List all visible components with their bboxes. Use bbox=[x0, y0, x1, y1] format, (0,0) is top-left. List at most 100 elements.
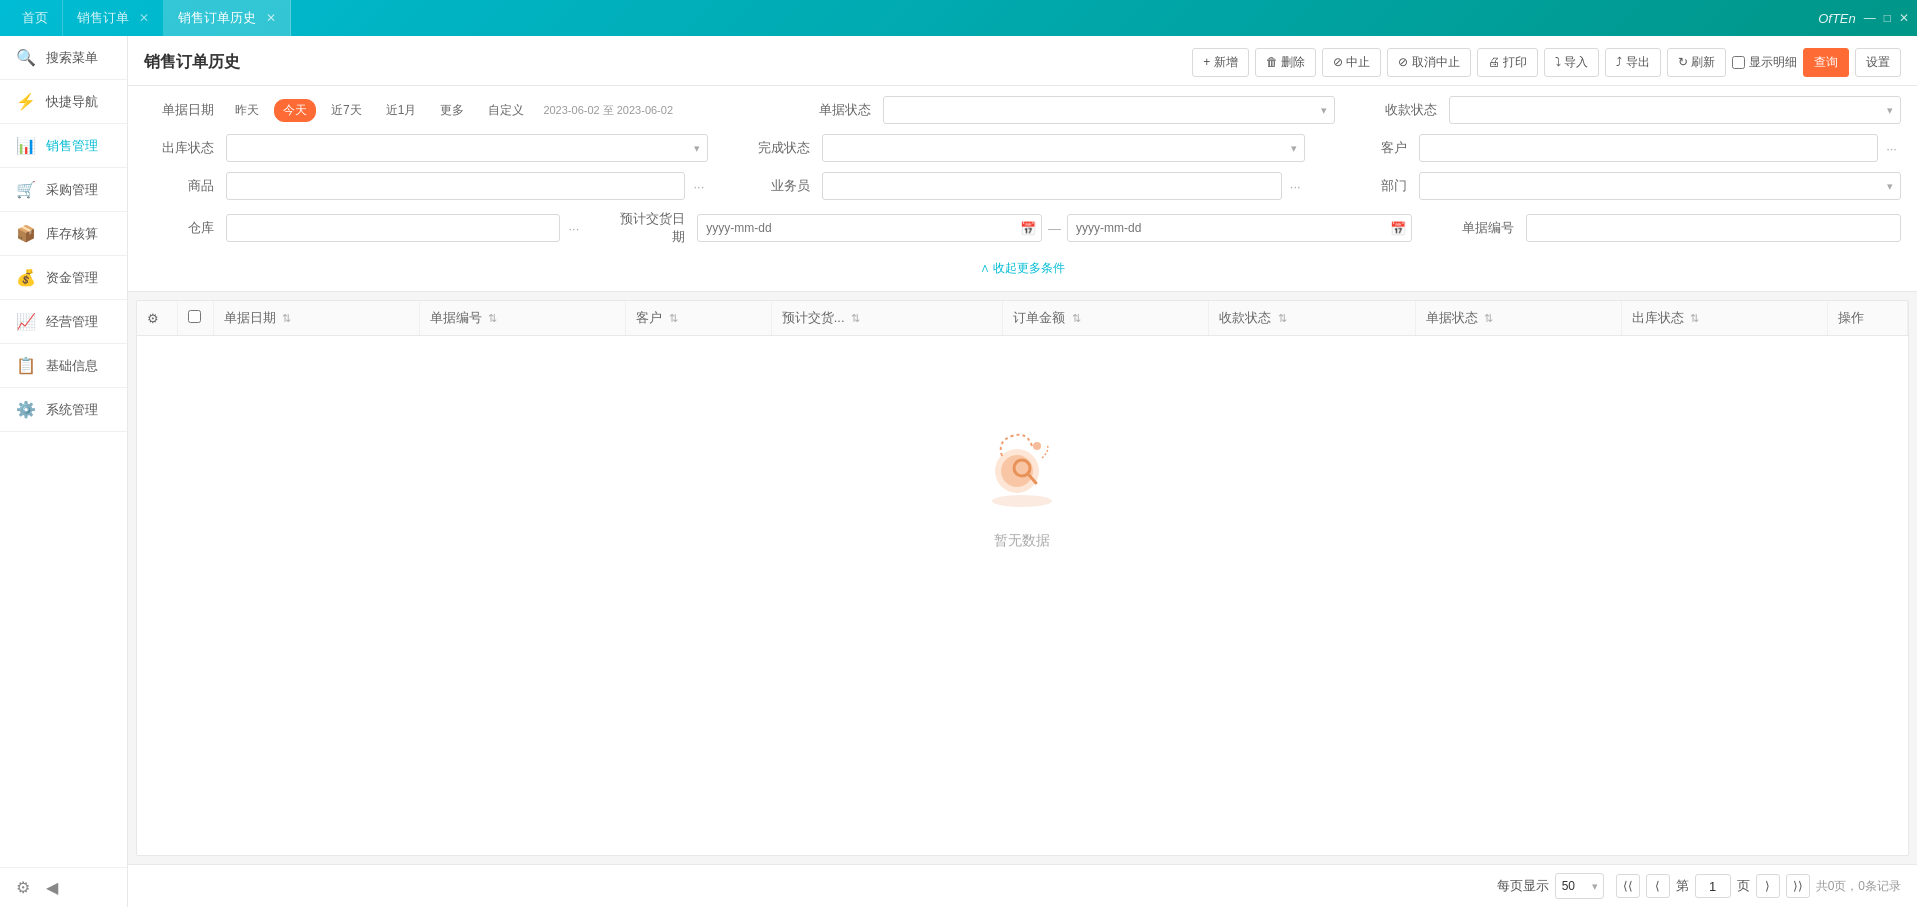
date-tag-more[interactable]: 更多 bbox=[431, 99, 473, 122]
filter-row-1: 单据日期 昨天 今天 近7天 近1月 更多 自定义 2023-06-02 至 2… bbox=[144, 96, 1901, 124]
per-page-select[interactable]: 10 20 50 100 bbox=[1555, 873, 1604, 899]
warehouse-ellipsis[interactable]: ··· bbox=[564, 221, 583, 236]
cancel-stop-button[interactable]: ⊘ 取消中止 bbox=[1387, 48, 1470, 77]
date-range-text: 2023-06-02 至 2023-06-02 bbox=[543, 103, 673, 118]
complete-status-select[interactable] bbox=[822, 134, 1304, 162]
sidebar-item-operations[interactable]: 📈 经营管理 bbox=[0, 300, 127, 344]
new-button[interactable]: + 新增 bbox=[1192, 48, 1248, 77]
sidebar-item-quicknav-label: 快捷导航 bbox=[46, 93, 98, 111]
th-receipt-status-sort: ⇅ bbox=[1278, 312, 1287, 324]
delete-button[interactable]: 🗑 删除 bbox=[1255, 48, 1316, 77]
th-docno[interactable]: 单据编号 ⇅ bbox=[419, 301, 625, 336]
collapse-filters-button[interactable]: ∧ 收起更多条件 bbox=[976, 256, 1069, 281]
refresh-button[interactable]: ↻ 刷新 bbox=[1667, 48, 1726, 77]
per-page-label: 每页显示 bbox=[1497, 877, 1549, 895]
tab-sales-order[interactable]: 销售订单 ✕ bbox=[63, 0, 164, 36]
minimize-icon[interactable]: — bbox=[1864, 11, 1876, 25]
tab-sales-order-history-close[interactable]: ✕ bbox=[266, 11, 276, 25]
status-select[interactable] bbox=[883, 96, 1335, 124]
filter-row-3: 商品 ··· 业务员 ··· 部门 bbox=[144, 172, 1901, 200]
th-customer[interactable]: 客户 ⇅ bbox=[625, 301, 771, 336]
settings-button[interactable]: 设置 bbox=[1855, 48, 1901, 77]
page-prev-button[interactable]: ⟨ bbox=[1646, 874, 1670, 898]
customer-ellipsis[interactable]: ··· bbox=[1882, 141, 1901, 156]
settings-gear-icon[interactable]: ⚙ bbox=[147, 311, 159, 326]
sidebar-item-quicknav[interactable]: ⚡ 快捷导航 bbox=[0, 80, 127, 124]
data-table: ⚙ 单据日期 ⇅ 单据编号 ⇅ bbox=[137, 301, 1908, 630]
date-tag-1month[interactable]: 近1月 bbox=[377, 99, 426, 122]
department-wrapper[interactable] bbox=[1419, 172, 1901, 200]
date-from-wrapper[interactable]: 📅 bbox=[697, 214, 1042, 242]
settings-bottom-icon[interactable]: ⚙ bbox=[16, 878, 30, 897]
th-checkbox[interactable] bbox=[177, 301, 213, 336]
tab-home[interactable]: 首页 bbox=[8, 0, 63, 36]
page-first-button[interactable]: ⟨⟨ bbox=[1616, 874, 1640, 898]
collapse-sidebar-icon[interactable]: ◀ bbox=[46, 878, 58, 897]
th-outbound-status[interactable]: 出库状态 ⇅ bbox=[1621, 301, 1827, 336]
th-delivery[interactable]: 预计交货... ⇅ bbox=[771, 301, 1002, 336]
date-input-pair: 📅 — 📅 bbox=[697, 214, 1412, 242]
sidebar-item-system[interactable]: ⚙️ 系统管理 bbox=[0, 388, 127, 432]
sidebar-item-purchase-label: 采购管理 bbox=[46, 181, 98, 199]
th-date-label: 单据日期 bbox=[224, 310, 276, 325]
close-window-icon[interactable]: ✕ bbox=[1899, 11, 1909, 25]
query-button[interactable]: 查询 bbox=[1803, 48, 1849, 77]
outbound-status-wrapper[interactable] bbox=[226, 134, 708, 162]
date-tag-custom[interactable]: 自定义 bbox=[479, 99, 533, 122]
department-select[interactable] bbox=[1419, 172, 1901, 200]
sidebar-item-finance[interactable]: 💰 资金管理 bbox=[0, 256, 127, 300]
product-input[interactable] bbox=[226, 172, 685, 200]
th-amount-label: 订单金额 bbox=[1013, 310, 1065, 325]
date-to-input[interactable] bbox=[1067, 214, 1412, 242]
salesperson-input[interactable] bbox=[822, 172, 1281, 200]
customer-input[interactable] bbox=[1419, 134, 1878, 162]
th-date[interactable]: 单据日期 ⇅ bbox=[213, 301, 419, 336]
show-detail-checkbox[interactable] bbox=[1732, 56, 1745, 69]
date-tag-today[interactable]: 今天 bbox=[274, 99, 316, 122]
sidebar-item-purchase[interactable]: 🛒 采购管理 bbox=[0, 168, 127, 212]
receipt-status-select[interactable] bbox=[1449, 96, 1901, 124]
sidebar-item-inventory[interactable]: 📦 库存核算 bbox=[0, 212, 127, 256]
complete-status-wrapper[interactable] bbox=[822, 134, 1304, 162]
tab-sales-order-close[interactable]: ✕ bbox=[139, 11, 149, 25]
filter-row-4: 仓库 ··· 预计交货日期 📅 — 📅 bbox=[144, 210, 1901, 246]
sidebar-item-basics[interactable]: 📋 基础信息 bbox=[0, 344, 127, 388]
th-settings[interactable]: ⚙ bbox=[137, 301, 177, 336]
th-docno-sort: ⇅ bbox=[488, 312, 497, 324]
sidebar-item-basics-label: 基础信息 bbox=[46, 357, 98, 375]
page-input[interactable] bbox=[1695, 874, 1731, 898]
show-detail-label[interactable]: 显示明细 bbox=[1732, 54, 1797, 71]
sidebar-item-search[interactable]: 🔍 搜索菜单 bbox=[0, 36, 127, 80]
date-tag-yesterday[interactable]: 昨天 bbox=[226, 99, 268, 122]
page-last-button[interactable]: ⟩⟩ bbox=[1786, 874, 1810, 898]
salesperson-ellipsis[interactable]: ··· bbox=[1286, 179, 1305, 194]
show-detail-text: 显示明细 bbox=[1749, 54, 1797, 71]
product-ellipsis[interactable]: ··· bbox=[689, 179, 708, 194]
status-select-wrapper[interactable] bbox=[883, 96, 1335, 124]
warehouse-input[interactable] bbox=[226, 214, 560, 242]
page-next-button[interactable]: ⟩ bbox=[1756, 874, 1780, 898]
per-page-select-wrapper[interactable]: 10 20 50 100 bbox=[1555, 873, 1604, 899]
import-button[interactable]: ⤵ 导入 bbox=[1544, 48, 1599, 77]
doc-number-input[interactable] bbox=[1526, 214, 1901, 242]
select-all-checkbox[interactable] bbox=[188, 310, 201, 323]
th-action-label: 操作 bbox=[1838, 310, 1864, 325]
product-label: 商品 bbox=[144, 177, 214, 195]
tab-sales-order-label: 销售订单 bbox=[77, 9, 129, 27]
export-button[interactable]: ⤴ 导出 bbox=[1605, 48, 1660, 77]
stop-button[interactable]: ⊘ 中止 bbox=[1322, 48, 1381, 77]
th-receipt-status[interactable]: 收款状态 ⇅ bbox=[1209, 301, 1415, 336]
th-doc-status[interactable]: 单据状态 ⇅ bbox=[1415, 301, 1621, 336]
tab-sales-order-history[interactable]: 销售订单历史 ✕ bbox=[164, 0, 291, 36]
date-to-wrapper[interactable]: 📅 bbox=[1067, 214, 1412, 242]
th-amount[interactable]: 订单金额 ⇅ bbox=[1003, 301, 1209, 336]
print-button[interactable]: 🖨 打印 bbox=[1477, 48, 1538, 77]
maximize-icon[interactable]: □ bbox=[1884, 11, 1891, 25]
calendar-from-icon[interactable]: 📅 bbox=[1020, 221, 1036, 236]
date-tag-7days[interactable]: 近7天 bbox=[322, 99, 371, 122]
date-from-input[interactable] bbox=[697, 214, 1042, 242]
receipt-status-wrapper[interactable] bbox=[1449, 96, 1901, 124]
calendar-to-icon[interactable]: 📅 bbox=[1390, 221, 1406, 236]
outbound-status-select[interactable] bbox=[226, 134, 708, 162]
sidebar-item-sales[interactable]: 📊 销售管理 bbox=[0, 124, 127, 168]
